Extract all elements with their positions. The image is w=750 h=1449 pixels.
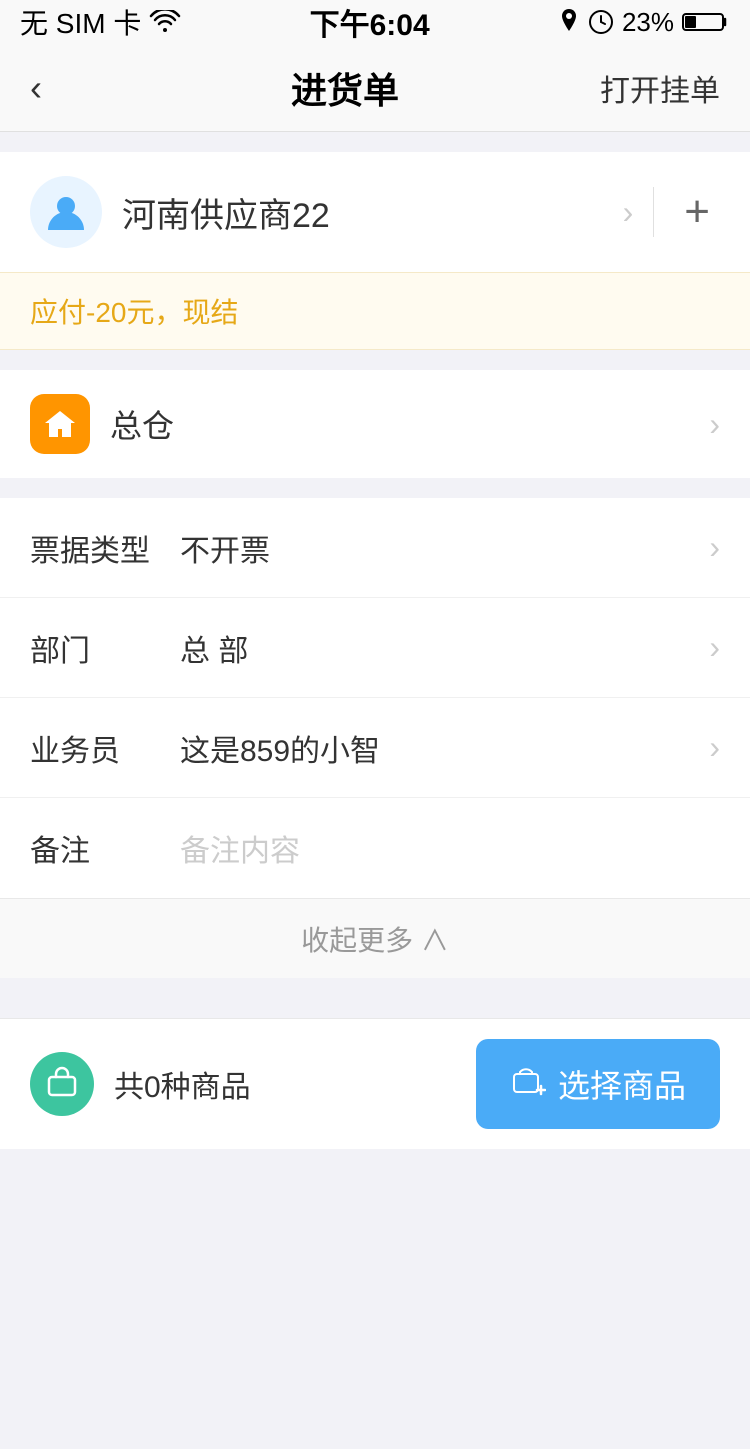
- section-divider-1: [0, 132, 750, 152]
- warehouse-name: 总仓: [110, 401, 709, 447]
- supplier-name: 河南供应商22: [122, 188, 623, 237]
- person-icon: [44, 190, 88, 234]
- wifi-icon: [149, 10, 181, 34]
- carrier-text: 无 SIM 卡: [20, 2, 141, 42]
- house-icon: [42, 406, 78, 442]
- collapse-label: 收起更多 ∧: [301, 919, 449, 959]
- department-value: 总 部: [160, 626, 709, 670]
- add-supplier-button[interactable]: +: [674, 187, 720, 237]
- invoice-type-label: 票据类型: [30, 526, 160, 570]
- product-count-text: 共0种商品: [114, 1062, 476, 1106]
- salesperson-label: 业务员: [30, 726, 160, 770]
- salesperson-value: 这是859的小智: [160, 726, 709, 770]
- status-time: 下午6:04: [310, 0, 430, 44]
- clock-icon: [588, 9, 614, 35]
- supplier-section: 河南供应商22 › + 应付-20元，现结: [0, 152, 750, 350]
- supplier-row[interactable]: 河南供应商22 › +: [0, 152, 750, 272]
- page-title: 进货单: [291, 62, 399, 114]
- section-divider-2: [0, 350, 750, 370]
- warehouse-row[interactable]: 总仓 ›: [0, 370, 750, 478]
- department-label: 部门: [30, 626, 160, 670]
- gray-background: [0, 1149, 750, 1449]
- open-pending-button[interactable]: 打开挂单: [600, 66, 720, 110]
- vertical-divider: [653, 187, 654, 237]
- battery-icon: [682, 10, 730, 34]
- battery-text: 23%: [622, 7, 674, 38]
- remark-row[interactable]: 备注 备注内容: [0, 798, 750, 898]
- remark-value: 备注内容: [160, 826, 720, 870]
- section-divider-4: [0, 978, 750, 998]
- section-divider-3: [0, 478, 750, 498]
- collapse-row[interactable]: 收起更多 ∧: [0, 898, 750, 978]
- select-product-label: 选择商品: [558, 1061, 686, 1107]
- warehouse-section: 总仓 ›: [0, 370, 750, 478]
- select-product-button[interactable]: 选择商品: [476, 1039, 720, 1129]
- supplier-chevron-icon: ›: [623, 194, 634, 231]
- bottom-bar: 共0种商品 选择商品: [0, 1018, 750, 1149]
- nav-bar: ‹ 进货单 打开挂单: [0, 44, 750, 132]
- select-product-icon: [510, 1066, 546, 1102]
- product-icon: [30, 1052, 94, 1116]
- notice-banner: 应付-20元，现结: [0, 272, 750, 350]
- invoice-type-row[interactable]: 票据类型 不开票 ›: [0, 498, 750, 598]
- remark-label: 备注: [30, 826, 160, 870]
- avatar: [30, 176, 102, 248]
- salesperson-row[interactable]: 业务员 这是859的小智 ›: [0, 698, 750, 798]
- location-icon: [558, 9, 580, 35]
- back-button[interactable]: ‹: [30, 67, 90, 109]
- warehouse-chevron-icon: ›: [709, 406, 720, 443]
- notice-text: 应付-20元，现结: [30, 297, 238, 328]
- department-row[interactable]: 部门 总 部 ›: [0, 598, 750, 698]
- status-carrier: 无 SIM 卡: [20, 2, 181, 42]
- department-chevron-icon: ›: [709, 629, 720, 666]
- status-right-area: 23%: [558, 7, 730, 38]
- cart-icon: [43, 1065, 81, 1103]
- invoice-type-chevron-icon: ›: [709, 529, 720, 566]
- warehouse-icon: [30, 394, 90, 454]
- invoice-type-value: 不开票: [160, 526, 709, 570]
- status-bar: 无 SIM 卡 下午6:04 23%: [0, 0, 750, 44]
- salesperson-chevron-icon: ›: [709, 729, 720, 766]
- form-section: 票据类型 不开票 › 部门 总 部 › 业务员 这是859的小智 › 备注 备注…: [0, 498, 750, 898]
